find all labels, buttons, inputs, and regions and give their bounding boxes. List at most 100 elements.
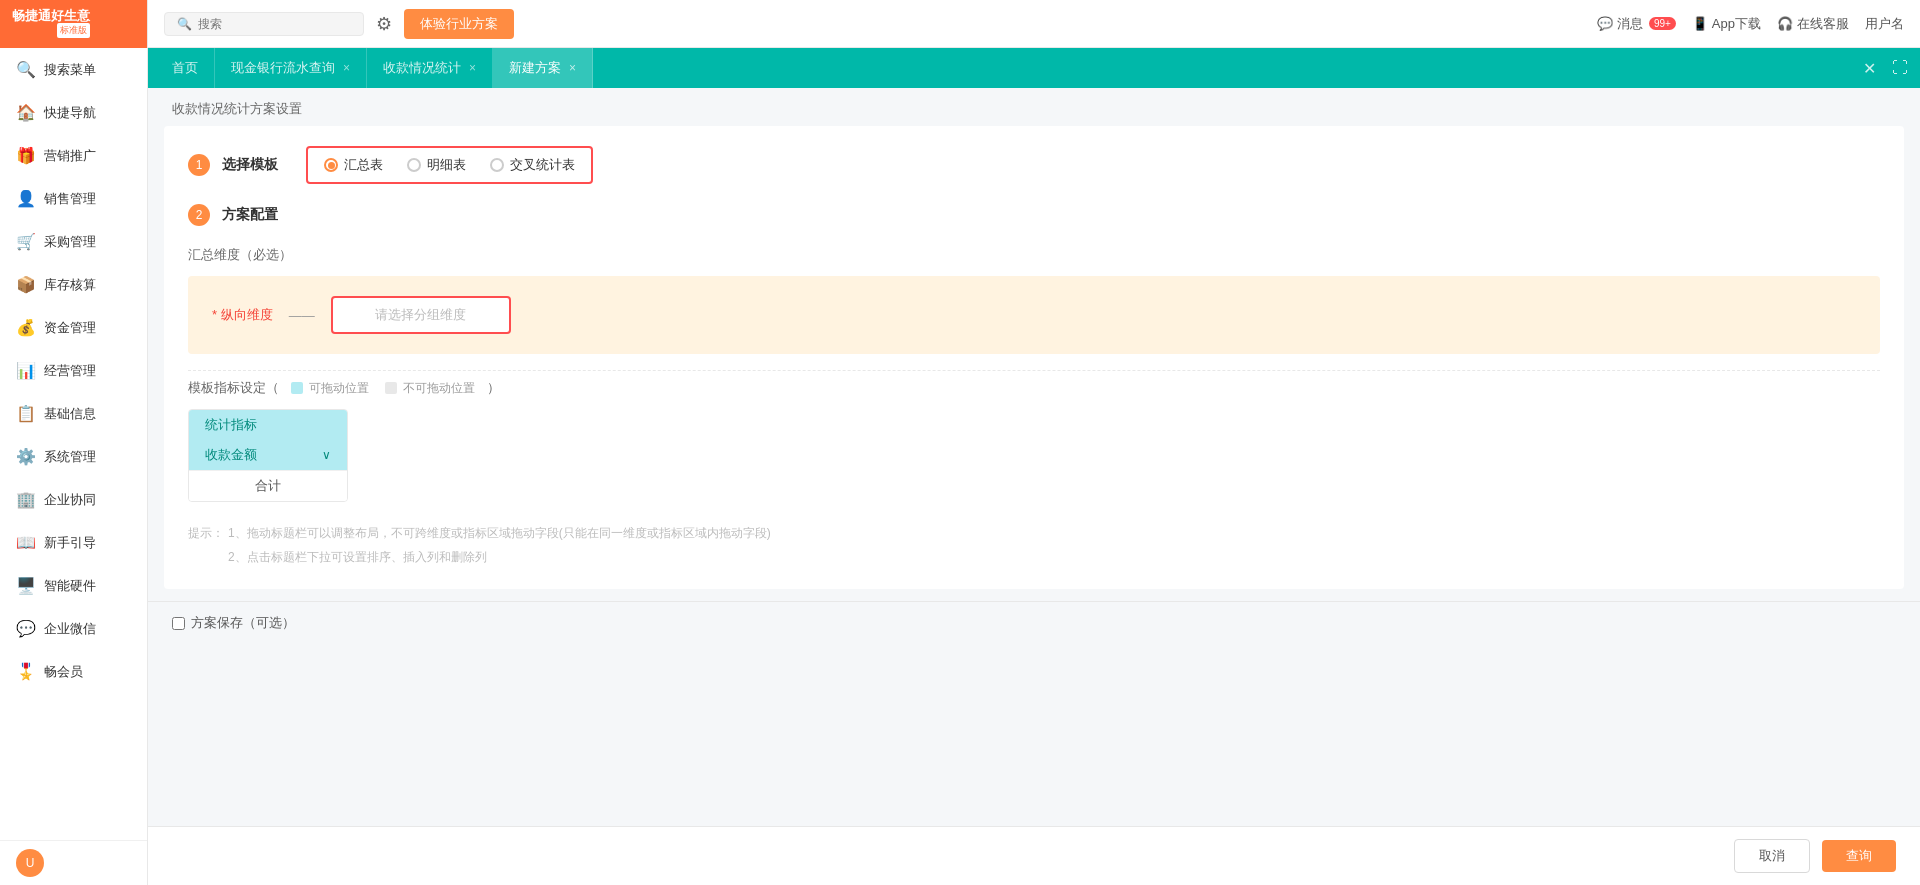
sidebar-item-label: 经营管理 <box>44 362 96 380</box>
notification-label: 消息 <box>1617 15 1643 33</box>
notification-badge: 99+ <box>1649 17 1676 30</box>
tab-bank-flow[interactable]: 现金银行流水查询 × <box>215 48 367 88</box>
step1-label: 选择模板 <box>222 156 278 174</box>
step1-circle: 1 <box>188 154 210 176</box>
step2-circle: 2 <box>188 204 210 226</box>
tip1: 提示： 1、拖动标题栏可以调整布局，不可跨维度或指标区域拖动字段(只能在同一维度… <box>188 521 1880 545</box>
tab-new-plan[interactable]: 新建方案 × <box>493 48 593 88</box>
sidebar-item-label: 采购管理 <box>44 233 96 251</box>
sidebar-item-purchase[interactable]: 🛒 采购管理 <box>0 220 147 263</box>
main: 🔍 ⚙ 体验行业方案 💬 消息 99+ 📱 App下载 🎧 在线客服 用户名 首… <box>148 0 1920 885</box>
tab-bank-flow-label: 现金银行流水查询 <box>231 59 335 77</box>
download-label: App下载 <box>1712 15 1761 33</box>
monitor-icon: 🖥️ <box>16 576 36 595</box>
download-btn[interactable]: 📱 App下载 <box>1692 15 1761 33</box>
notification-btn[interactable]: 💬 消息 99+ <box>1597 15 1676 33</box>
sidebar-item-member[interactable]: 🎖️ 畅会员 <box>0 650 147 693</box>
metrics-title: 模板指标设定（ <box>188 379 279 397</box>
sidebar-item-label: 智能硬件 <box>44 577 96 595</box>
query-button[interactable]: 查询 <box>1822 840 1896 872</box>
sidebar-item-system[interactable]: ⚙️ 系统管理 <box>0 435 147 478</box>
radio-summary[interactable]: 汇总表 <box>324 156 383 174</box>
step1-row: 1 选择模板 汇总表 明细表 交叉统计表 <box>188 146 1880 184</box>
tab-home[interactable]: 首页 <box>156 48 215 88</box>
sidebar-item-inventory[interactable]: 📦 库存核算 <box>0 263 147 306</box>
sidebar-item-funds[interactable]: 💰 资金管理 <box>0 306 147 349</box>
sidebar-item-marketing[interactable]: 🎁 营销推广 <box>0 134 147 177</box>
avatar: U <box>16 849 44 877</box>
sidebar-item-label: 快捷导航 <box>44 104 96 122</box>
sidebar-item-operations[interactable]: 📊 经营管理 <box>0 349 147 392</box>
radio-detail[interactable]: 明细表 <box>407 156 466 174</box>
metrics-title-close: ） <box>487 379 500 397</box>
sidebar-item-label: 营销推广 <box>44 147 96 165</box>
sidebar-item-label: 销售管理 <box>44 190 96 208</box>
chart-icon: 📊 <box>16 361 36 380</box>
metrics-column-header[interactable]: 收款金额 ∨ <box>189 440 347 470</box>
tab-bank-flow-close[interactable]: × <box>343 61 350 75</box>
gear-icon: ⚙️ <box>16 447 36 466</box>
step2-label: 方案配置 <box>222 206 278 224</box>
tab-collection-stats-close[interactable]: × <box>469 61 476 75</box>
close-all-icon[interactable]: ✕ <box>1859 55 1880 82</box>
tab-collection-stats[interactable]: 收款情况统计 × <box>367 48 493 88</box>
sidebar-item-enterprise[interactable]: 🏢 企业协同 <box>0 478 147 521</box>
search-bar[interactable]: 🔍 <box>164 12 364 36</box>
sidebar-item-label: 企业微信 <box>44 620 96 638</box>
search-icon: 🔍 <box>177 17 192 31</box>
sidebar-bottom: U <box>0 840 147 885</box>
radio-cross[interactable]: 交叉统计表 <box>490 156 575 174</box>
sidebar-item-guide[interactable]: 📖 新手引导 <box>0 521 147 564</box>
medal-icon: 🎖️ <box>16 662 36 681</box>
sidebar-item-label: 新手引导 <box>44 534 96 552</box>
service-label: 在线客服 <box>1797 15 1849 33</box>
action-bar: 取消 查询 <box>148 826 1920 885</box>
sidebar-item-hardware[interactable]: 🖥️ 智能硬件 <box>0 564 147 607</box>
metrics-config-label: 模板指标设定（ 可拖动位置 不可拖动位置 ） <box>188 370 1880 397</box>
app-name: 畅捷通好生意 <box>12 8 90 24</box>
tip-prefix: 提示： <box>188 521 224 545</box>
topbar-right: 💬 消息 99+ 📱 App下载 🎧 在线客服 用户名 <box>1597 15 1904 33</box>
sidebar-item-basic-info[interactable]: 📋 基础信息 <box>0 392 147 435</box>
service-btn[interactable]: 🎧 在线客服 <box>1777 15 1849 33</box>
sidebar: 畅捷通好生意 标准版 🔍 搜索菜单 🏠 快捷导航 🎁 营销推广 👤 销售管理 🛒… <box>0 0 148 885</box>
sidebar-item-label: 基础信息 <box>44 405 96 423</box>
gift-icon: 🎁 <box>16 146 36 165</box>
tabbar: 首页 现金银行流水查询 × 收款情况统计 × 新建方案 × ✕ ⛶ <box>148 48 1920 88</box>
sidebar-item-label: 搜索菜单 <box>44 61 96 79</box>
tab-new-plan-close[interactable]: × <box>569 61 576 75</box>
user-name[interactable]: 用户名 <box>1865 15 1904 33</box>
legend-draggable: 可拖动位置 <box>291 380 369 397</box>
cancel-button[interactable]: 取消 <box>1734 839 1810 873</box>
sidebar-logo: 畅捷通好生意 标准版 <box>0 0 147 48</box>
sidebar-item-search[interactable]: 🔍 搜索菜单 <box>0 48 147 91</box>
content-inner: 收款情况统计方案设置 1 选择模板 汇总表 明细表 <box>148 88 1920 826</box>
metrics-table-header: 统计指标 <box>189 410 347 440</box>
tip2-text: 2、点击标题栏下拉可设置排序、插入列和删除列 <box>228 545 487 569</box>
expand-icon[interactable]: ⛶ <box>1888 55 1912 81</box>
main-card: 1 选择模板 汇总表 明细表 交叉统计表 <box>164 126 1904 589</box>
vertical-dim-label: 纵向维度 <box>212 306 273 324</box>
book-icon: 📖 <box>16 533 36 552</box>
sidebar-item-wechat[interactable]: 💬 企业微信 <box>0 607 147 650</box>
tabbar-actions: ✕ ⛶ <box>1859 55 1912 82</box>
sidebar-item-quick-nav[interactable]: 🏠 快捷导航 <box>0 91 147 134</box>
cart-icon: 🛒 <box>16 232 36 251</box>
sidebar-item-label: 畅会员 <box>44 663 83 681</box>
sidebar-item-sales[interactable]: 👤 销售管理 <box>0 177 147 220</box>
tab-collection-stats-label: 收款情况统计 <box>383 59 461 77</box>
money-icon: 💰 <box>16 318 36 337</box>
save-checkbox[interactable] <box>172 617 185 630</box>
settings-icon[interactable]: ⚙ <box>376 13 392 35</box>
service-icon: 🎧 <box>1777 16 1793 31</box>
save-checkbox-label[interactable]: 方案保存（可选） <box>172 614 295 632</box>
industry-btn[interactable]: 体验行业方案 <box>404 9 514 39</box>
dimension-select[interactable]: 请选择分组维度 <box>331 296 511 334</box>
search-input[interactable] <box>198 17 338 31</box>
download-icon: 📱 <box>1692 16 1708 31</box>
topbar: 🔍 ⚙ 体验行业方案 💬 消息 99+ 📱 App下载 🎧 在线客服 用户名 <box>148 0 1920 48</box>
user-icon: 👤 <box>16 189 36 208</box>
metrics-column-label: 收款金额 <box>205 446 257 464</box>
building-icon: 🏢 <box>16 490 36 509</box>
sidebar-item-label: 资金管理 <box>44 319 96 337</box>
